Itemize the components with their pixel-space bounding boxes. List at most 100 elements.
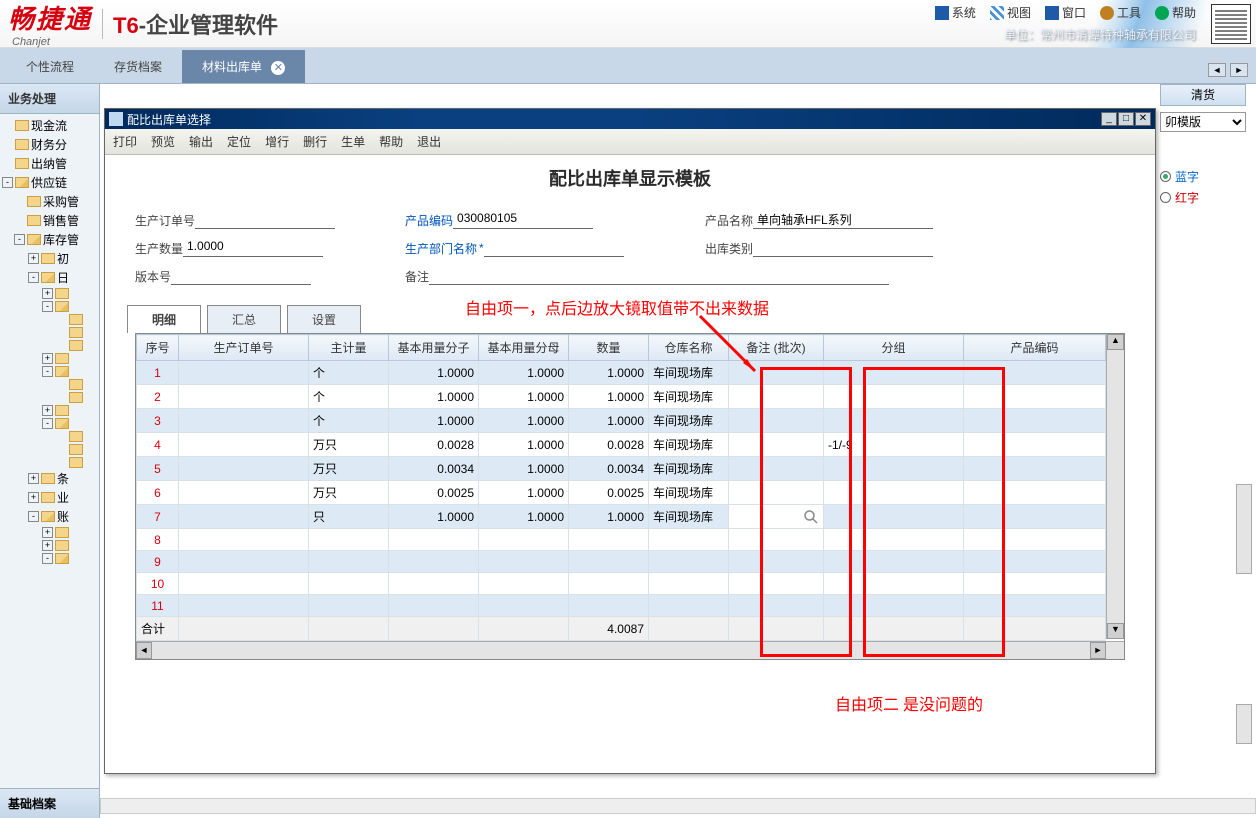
cell[interactable] [179,595,309,617]
field-order-no[interactable] [195,211,335,229]
table-row[interactable]: 5万只0.00341.00000.0034车间现场库 [137,457,1106,481]
cell[interactable] [309,573,389,595]
tree-item-leaf[interactable] [0,339,99,352]
magnify-icon[interactable] [803,509,819,525]
tree-item-sub[interactable]: + [0,539,99,552]
tree-item-sub[interactable]: + [0,404,99,417]
tree-item-cash[interactable]: 现金流 [0,116,99,135]
cell[interactable]: 车间现场库 [649,457,729,481]
tab-inventory[interactable]: 存货档案 [94,50,182,83]
cell[interactable]: 1.0000 [479,385,569,409]
cell[interactable] [479,529,569,551]
cell[interactable]: 个 [309,409,389,433]
col-denom[interactable]: 基本用量分母 [479,335,569,361]
tree-item-sales[interactable]: 销售管 [0,211,99,230]
table-row[interactable]: 11 [137,595,1106,617]
col-unit[interactable]: 主计量 [309,335,389,361]
cell[interactable] [964,529,1106,551]
cell[interactable]: 8 [137,529,179,551]
cell[interactable] [964,409,1106,433]
table-row[interactable]: 10 [137,573,1106,595]
grid-scroll-h[interactable]: ◄ ► [136,641,1124,659]
cell[interactable] [649,595,729,617]
cell[interactable] [649,573,729,595]
tree-item-cashier[interactable]: 出纳管 [0,154,99,173]
tree-item-leaf[interactable] [0,443,99,456]
cell[interactable]: 车间现场库 [649,433,729,457]
cell[interactable] [389,529,479,551]
cell[interactable]: 1.0000 [389,361,479,385]
tree-item-biz[interactable]: +业 [0,488,99,507]
cell[interactable] [569,529,649,551]
cell[interactable]: 1.0000 [569,409,649,433]
dialog-titlebar[interactable]: 配比出库单选择 _ □ ✕ [105,109,1155,129]
sidebar-section-header[interactable]: 业务处理 [0,84,99,114]
nav-system[interactable]: 系统 [935,4,976,21]
cell[interactable]: 10 [137,573,179,595]
tree-item-leaf[interactable] [0,430,99,443]
cell[interactable]: 只 [309,505,389,529]
tree-item-supply[interactable]: -供应链 [0,173,99,192]
cell[interactable] [179,433,309,457]
tree-item-daily[interactable]: -日 [0,268,99,287]
col-idx[interactable]: 序号 [137,335,179,361]
cell[interactable] [179,361,309,385]
tool-locate[interactable]: 定位 [227,133,251,150]
field-remark[interactable] [429,267,889,285]
cell[interactable] [389,573,479,595]
cell[interactable]: 车间现场库 [649,385,729,409]
cell[interactable]: 1.0000 [569,505,649,529]
cell[interactable] [729,551,824,573]
col-pcode[interactable]: 产品编码 [964,335,1106,361]
cell[interactable]: 4 [137,433,179,457]
scroll-down-icon[interactable]: ▼ [1107,623,1124,639]
col-order[interactable]: 生产订单号 [179,335,309,361]
tree-item-cond[interactable]: +条 [0,469,99,488]
cell[interactable] [964,481,1106,505]
cell[interactable] [569,573,649,595]
table-row[interactable]: 4万只0.00281.00000.0028车间现场库-1/-9 [137,433,1106,457]
tool-preview[interactable]: 预览 [151,133,175,150]
grid-scroll-v[interactable]: ▲ ▼ [1106,334,1124,639]
col-group[interactable]: 分组 [824,335,964,361]
main-scrollbar-v2[interactable] [1236,704,1252,744]
field-dept[interactable] [484,239,624,257]
tree-item-init[interactable]: +初 [0,249,99,268]
cell[interactable]: 车间现场库 [649,361,729,385]
tree-item-leaf[interactable] [0,313,99,326]
clear-button[interactable]: 清货 [1160,84,1246,106]
cell[interactable] [179,529,309,551]
tool-addrow[interactable]: 增行 [265,133,289,150]
scroll-left-icon[interactable]: ◄ [136,642,152,659]
cell[interactable]: 1.0000 [479,505,569,529]
tree-item-sub[interactable]: - [0,365,99,378]
radio-blue[interactable]: 蓝字 [1160,166,1246,187]
cell[interactable] [179,481,309,505]
tab-custom-flow[interactable]: 个性流程 [6,50,94,83]
main-scrollbar-v[interactable] [1236,484,1252,574]
col-qty[interactable]: 数量 [569,335,649,361]
cell[interactable]: 0.0034 [389,457,479,481]
table-row[interactable]: 6万只0.00251.00000.0025车间现场库 [137,481,1106,505]
tool-delrow[interactable]: 删行 [303,133,327,150]
tab-setting[interactable]: 设置 [287,305,361,333]
cell[interactable] [964,551,1106,573]
nav-view[interactable]: 视图 [990,4,1031,21]
close-icon[interactable]: ✕ [271,61,285,75]
cell[interactable] [179,457,309,481]
cell[interactable]: 1.0000 [389,505,479,529]
col-wh[interactable]: 仓库名称 [649,335,729,361]
tree-item-acct[interactable]: -账 [0,507,99,526]
cell[interactable] [964,433,1106,457]
cell[interactable]: 11 [137,595,179,617]
cell[interactable]: 万只 [309,433,389,457]
cell[interactable] [179,385,309,409]
scroll-up-icon[interactable]: ▲ [1107,334,1124,350]
tree-item-sub[interactable]: + [0,287,99,300]
cell[interactable]: 1 [137,361,179,385]
cell[interactable] [964,457,1106,481]
cell[interactable]: 0.0025 [569,481,649,505]
cell[interactable] [479,573,569,595]
tree-item-finance[interactable]: 财务分 [0,135,99,154]
tree-item-sub[interactable]: + [0,526,99,539]
